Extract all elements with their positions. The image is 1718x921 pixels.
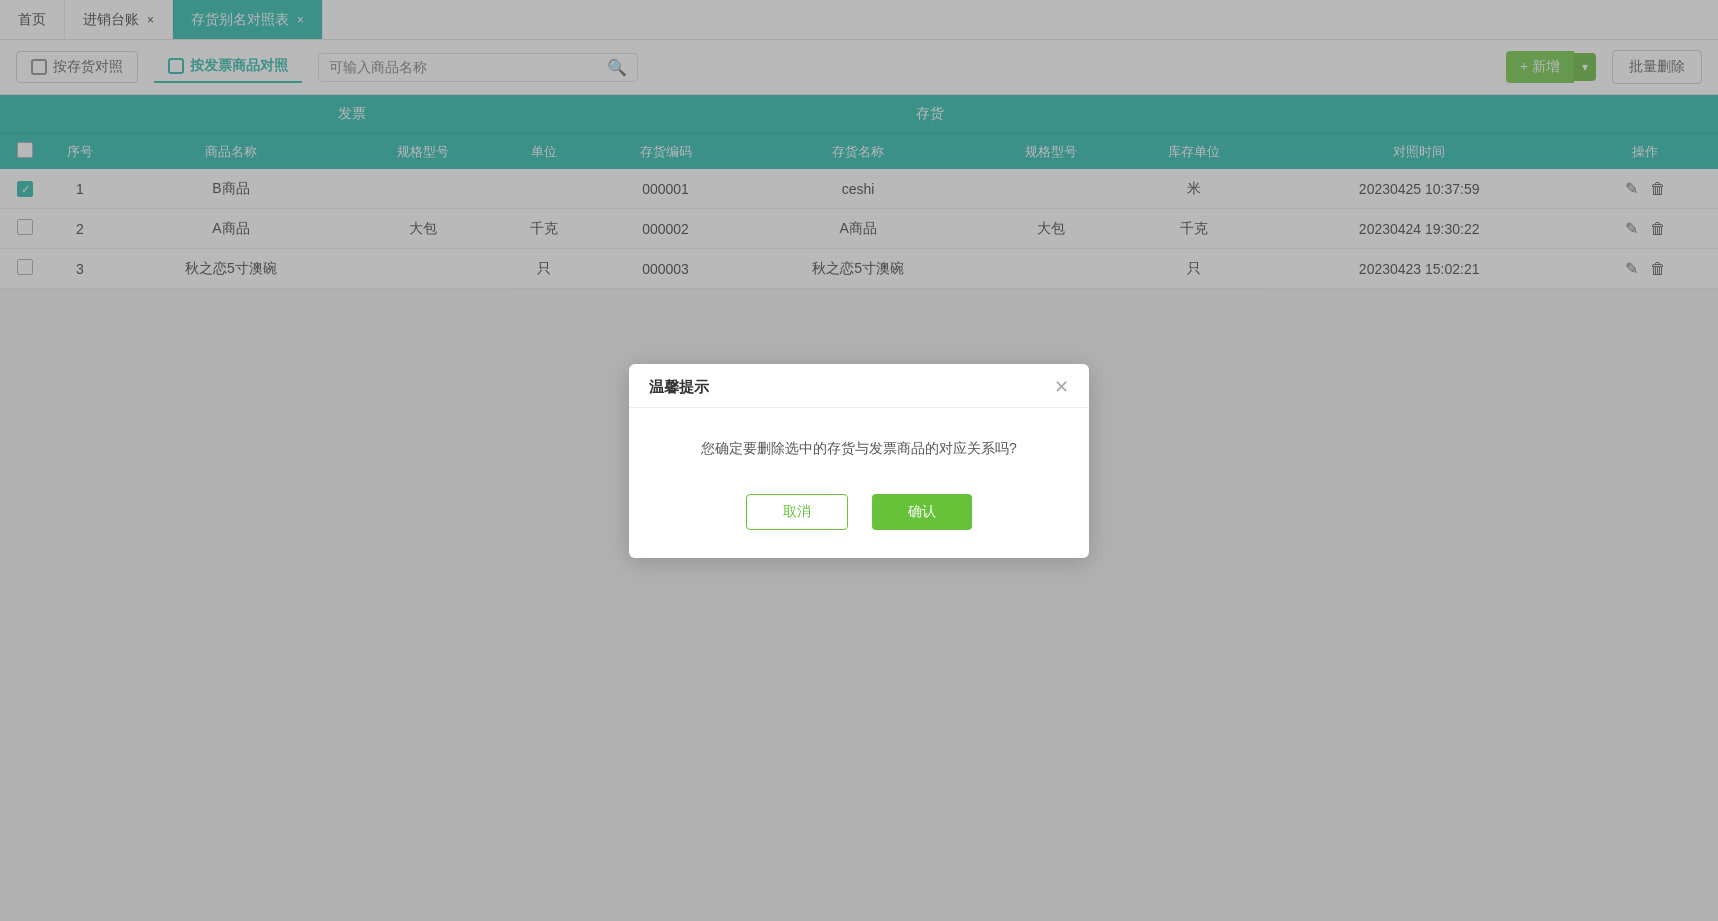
- overlay: 温馨提示 ✕ 您确定要删除选中的存货与发票商品的对应关系吗? 取消 确认: [0, 0, 1718, 289]
